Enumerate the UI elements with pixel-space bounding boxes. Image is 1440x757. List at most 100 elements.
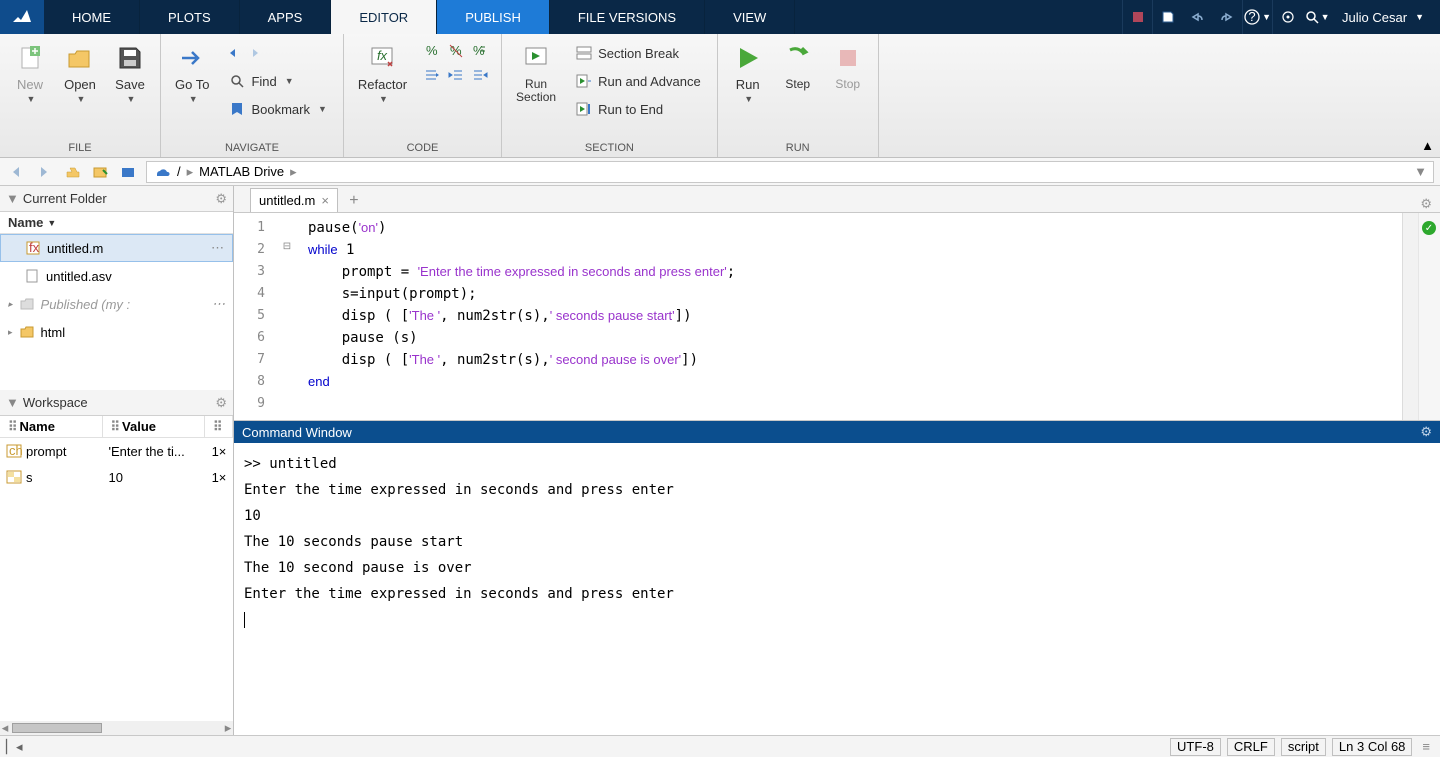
- tab-home[interactable]: HOME: [44, 0, 140, 34]
- addr-fold1-icon[interactable]: [90, 161, 112, 183]
- run-section-button[interactable]: Run Section: [508, 38, 564, 108]
- command-window[interactable]: >> untitled Enter the time expressed in …: [234, 443, 1440, 735]
- file-item[interactable]: untitled.asv: [0, 262, 233, 290]
- file-item[interactable]: ▸html: [0, 318, 233, 346]
- address-path[interactable]: / ▸ MATLAB Drive ▸ ▼: [146, 161, 1434, 183]
- top-tabs: HOMEPLOTSAPPSEDITORPUBLISHFILE VERSIONSV…: [44, 0, 795, 34]
- run-advance-button[interactable]: Run and Advance: [570, 68, 707, 94]
- gear-icon[interactable]: ⚙: [215, 191, 227, 207]
- close-icon[interactable]: ×: [321, 193, 329, 208]
- editor-area[interactable]: 123456789 ⊟ pause('on') while 1 prompt =…: [234, 213, 1440, 421]
- step-button[interactable]: Step: [774, 38, 822, 95]
- svg-text:?: ?: [1248, 9, 1255, 24]
- wrap-comment-icon[interactable]: %: [469, 40, 491, 62]
- statusbar: ▏◂ UTF-8 CRLF script Ln 3 Col 68 ≡: [0, 735, 1440, 757]
- right-area: untitled.m × + ⚙ 123456789 ⊟ pause('on')…: [234, 186, 1440, 735]
- run-button[interactable]: Run▼: [724, 38, 772, 109]
- status-eol[interactable]: CRLF: [1227, 738, 1275, 756]
- new-tab-button[interactable]: +: [342, 190, 366, 212]
- stop-button[interactable]: Stop: [824, 38, 872, 95]
- horizontal-scrollbar[interactable]: ◂ ▸: [0, 721, 233, 735]
- workspace-header[interactable]: ▼ Workspace ⚙: [0, 390, 233, 416]
- status-type[interactable]: script: [1281, 738, 1326, 756]
- help-icon[interactable]: ?▼: [1242, 0, 1272, 34]
- ws-col-size[interactable]: ⠿: [205, 416, 233, 437]
- editor-tab[interactable]: untitled.m ×: [250, 188, 338, 212]
- gear-icon[interactable]: ⚙: [1420, 424, 1432, 440]
- bookmark-button[interactable]: Bookmark ▼: [223, 96, 332, 122]
- tab-editor[interactable]: EDITOR: [331, 0, 437, 34]
- run-to-end-button[interactable]: Run to End: [570, 96, 707, 122]
- nav-back-forward[interactable]: [223, 40, 332, 66]
- goto-start-icon[interactable]: ▏◂: [6, 739, 23, 755]
- uncomment-icon[interactable]: %: [445, 40, 467, 62]
- section-break-button[interactable]: Section Break: [570, 40, 707, 66]
- addr-up-icon[interactable]: [62, 161, 84, 183]
- svg-text:ch: ch: [9, 444, 22, 458]
- ws-col-name[interactable]: ⠿Name: [0, 416, 103, 437]
- tab-file-versions[interactable]: FILE VERSIONS: [550, 0, 705, 34]
- app-logo[interactable]: [0, 0, 44, 34]
- redo-icon[interactable]: [1212, 0, 1242, 34]
- svg-text:fx: fx: [377, 48, 388, 63]
- ribbon-group-file: New▼ Open▼ Save▼ FILE: [0, 34, 161, 157]
- workspace-row[interactable]: s101×: [0, 464, 233, 490]
- editor-vscrollbar[interactable]: [1402, 213, 1418, 420]
- ribbon: New▼ Open▼ Save▼ FILE Go To▼: [0, 34, 1440, 158]
- comment-icon[interactable]: %: [421, 40, 443, 62]
- save-button[interactable]: Save▼: [106, 38, 154, 109]
- tab-publish[interactable]: PUBLISH: [437, 0, 550, 34]
- indent-more-icon[interactable]: [445, 64, 467, 86]
- target-icon[interactable]: [1272, 0, 1302, 34]
- user-name: Julio Cesar: [1342, 10, 1407, 25]
- status-menu-icon[interactable]: ≡: [1418, 739, 1434, 754]
- address-bar: / ▸ MATLAB Drive ▸ ▼: [0, 158, 1440, 186]
- addr-dropdown-icon[interactable]: ▼: [1414, 164, 1427, 179]
- indent-icon[interactable]: [421, 64, 443, 86]
- save-icon-small[interactable]: [1152, 0, 1182, 34]
- workspace-row[interactable]: chprompt'Enter the ti...1×: [0, 438, 233, 464]
- addr-fold2-icon[interactable]: [118, 161, 140, 183]
- addr-back-icon[interactable]: [6, 161, 28, 183]
- refactor-button[interactable]: fx Refactor▼: [350, 38, 415, 109]
- ribbon-collapse-icon[interactable]: ▲: [1421, 138, 1434, 153]
- record-icon[interactable]: [1122, 0, 1152, 34]
- tab-plots[interactable]: PLOTS: [140, 0, 240, 34]
- topbar-right: ?▼ ▼ Julio Cesar ▼: [1122, 0, 1440, 34]
- cf-col-name[interactable]: Name ▼: [0, 212, 233, 234]
- indent-less-icon[interactable]: [469, 64, 491, 86]
- new-button[interactable]: New▼: [6, 38, 54, 109]
- code-ok-icon: ✓: [1422, 221, 1436, 235]
- ws-col-value[interactable]: ⠿Value: [103, 416, 206, 437]
- ribbon-group-navigate: Go To▼ Find ▼ Bookmark ▼ NAVIGAT: [161, 34, 344, 157]
- editor-tabs: untitled.m × + ⚙: [234, 186, 1440, 213]
- undo-icon[interactable]: [1182, 0, 1212, 34]
- line-gutter: 123456789: [234, 213, 278, 420]
- menubar: HOMEPLOTSAPPSEDITORPUBLISHFILE VERSIONSV…: [0, 0, 1440, 34]
- goto-button[interactable]: Go To▼: [167, 38, 217, 109]
- code-text[interactable]: pause('on') while 1 prompt = 'Enter the …: [296, 213, 1402, 420]
- current-folder-header[interactable]: ▼ Current Folder ⚙: [0, 186, 233, 212]
- svg-text:%: %: [426, 43, 438, 58]
- editor-right-margin: ✓: [1418, 213, 1440, 420]
- status-encoding[interactable]: UTF-8: [1170, 738, 1221, 756]
- fold-column: ⊟: [278, 213, 296, 420]
- ribbon-group-run: Run▼ Step Stop RUN: [718, 34, 879, 157]
- user-menu[interactable]: Julio Cesar ▼: [1332, 0, 1440, 34]
- command-window-header[interactable]: Command Window ⚙: [234, 421, 1440, 443]
- status-cursor[interactable]: Ln 3 Col 68: [1332, 738, 1413, 756]
- tab-view[interactable]: VIEW: [705, 0, 795, 34]
- file-item[interactable]: ▸Published (my :⋯: [0, 290, 233, 318]
- tab-apps[interactable]: APPS: [240, 0, 332, 34]
- cloud-icon: [153, 166, 171, 178]
- open-button[interactable]: Open▼: [56, 38, 104, 109]
- gear-icon[interactable]: ⚙: [215, 395, 227, 411]
- file-item[interactable]: fxuntitled.m⋯: [0, 234, 233, 262]
- gear-icon[interactable]: ⚙: [1420, 196, 1432, 212]
- search-icon[interactable]: ▼: [1302, 0, 1332, 34]
- left-panels: ▼ Current Folder ⚙ Name ▼ fxuntitled.m⋯u…: [0, 186, 234, 735]
- svg-text:fx: fx: [29, 241, 40, 255]
- addr-fwd-icon[interactable]: [34, 161, 56, 183]
- ribbon-group-section: Run Section Section Break Run and Advanc…: [502, 34, 718, 157]
- find-button[interactable]: Find ▼: [223, 68, 332, 94]
